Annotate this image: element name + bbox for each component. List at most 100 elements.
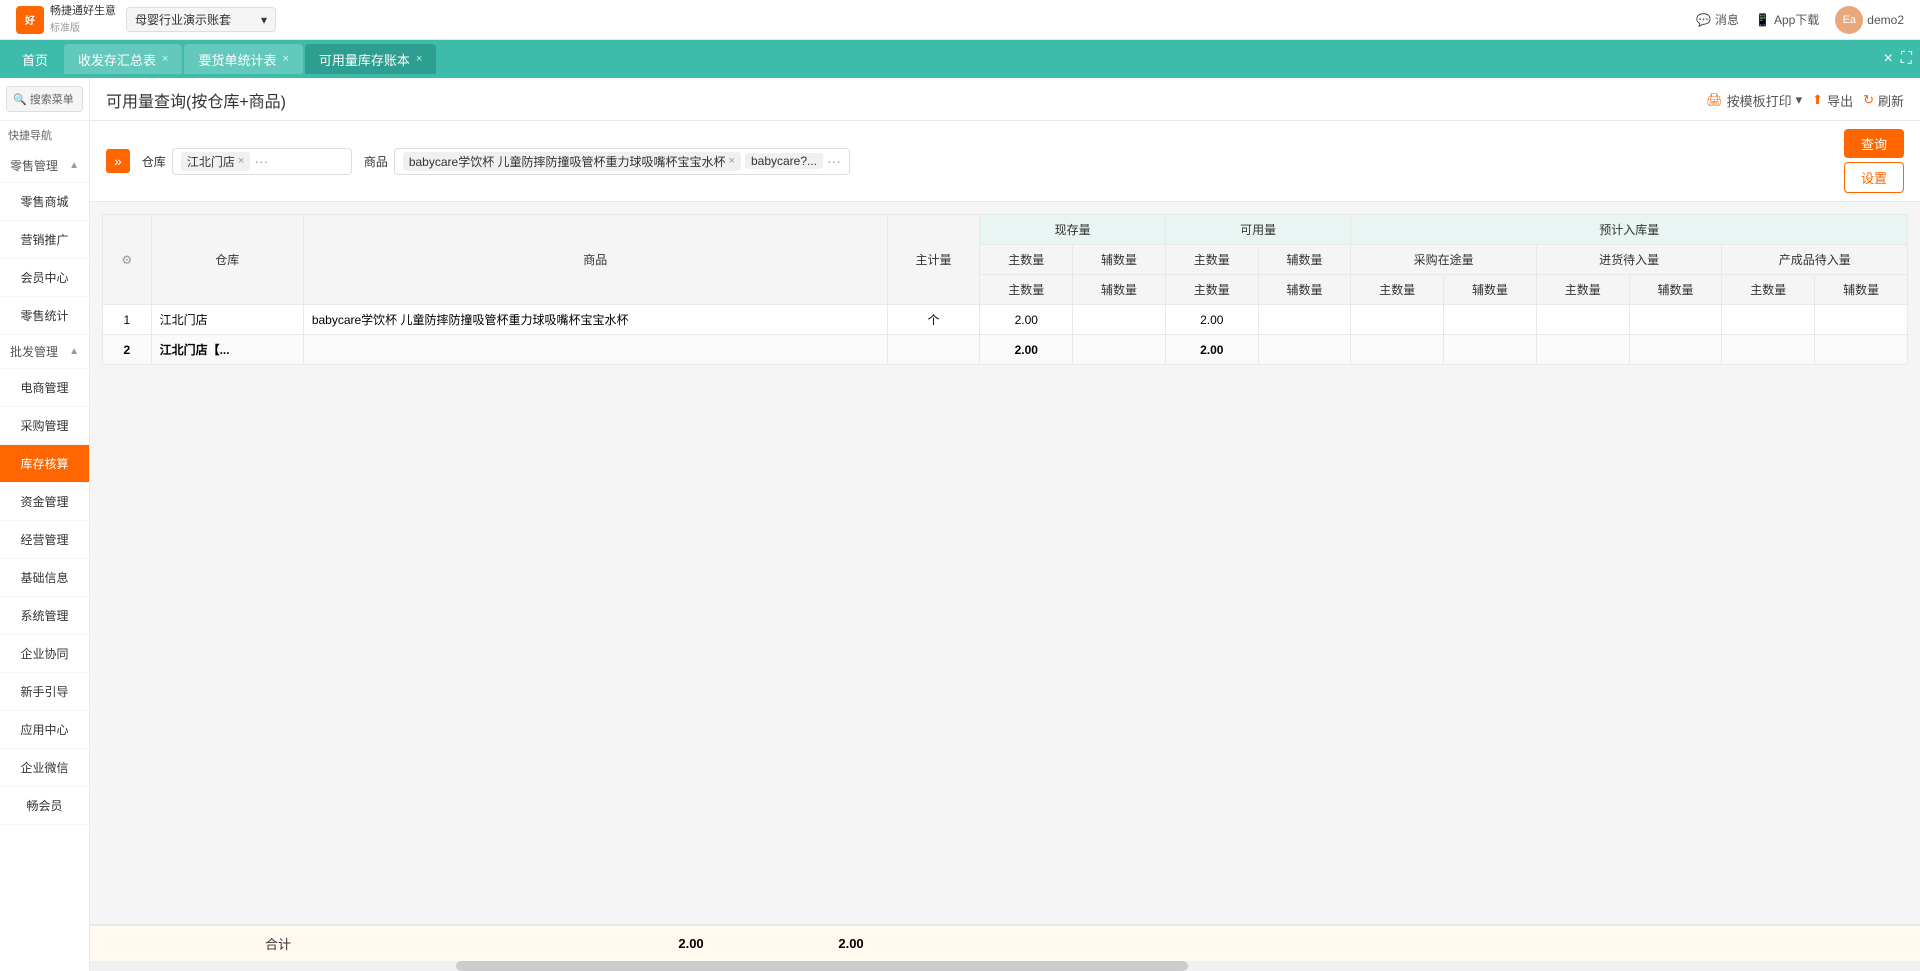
refresh-icon: ↻ [1863,92,1874,108]
row-inc-aux [1629,305,1722,335]
warehouse-input[interactable]: 江北门店 × ··· [172,148,352,175]
c-main-h: 主数量 [980,275,1073,305]
row-product [303,335,887,365]
sidebar-item-retail-mall[interactable]: 零售商城 [0,183,89,221]
product-tag-1: babycare学饮杯 儿童防摔防撞吸管杯重力球吸嘴杯宝宝水杯 × [403,152,741,171]
sidebar-item-enterprise[interactable]: 企业协同 [0,635,89,673]
settings-icon[interactable]: ⚙ [121,253,132,267]
pt-main-h: 主数量 [1351,275,1444,305]
row-available-aux [1258,335,1351,365]
tab-order-stats-label: 要货单统计表 [198,50,276,69]
col-current-header: 现存量 [980,215,1166,245]
sidebar-nav-label[interactable]: 快捷导航 [0,121,89,149]
row-unit: 个 [887,305,980,335]
current-aux-header: 辅数量 [1073,245,1166,275]
col-forecast-header: 预计入库量 [1351,215,1908,245]
tab-available-stock-label: 可用量库存账本 [319,50,410,69]
product-more-btn[interactable]: ··· [827,153,841,169]
table-row: 1 江北门店 babycare学饮杯 儿童防摔防撞吸管杯重力球吸嘴杯宝宝水杯 个… [103,305,1908,335]
sidebar-search-btn[interactable]: 🔍 搜索菜单 [6,86,83,112]
total-values: 2.00 2.00 [311,936,891,951]
col-product-header: 商品 [303,215,887,305]
row-warehouse: 江北门店 [151,305,303,335]
col-warehouse-header: 仓库 [151,215,303,305]
print-arrow: ▾ [1796,92,1803,108]
chevron-down-icon: ▾ [261,13,267,27]
print-btn[interactable]: 🖨 按模板打印 ▾ [1706,91,1802,110]
sidebar-item-finance[interactable]: 资金管理 [0,483,89,521]
pt-aux-h: 辅数量 [1444,275,1537,305]
table-row: 2 江北门店【... 2.00 2.00 [103,335,1908,365]
industry-select-label: 母婴行业演示账套 [135,11,231,28]
industry-select[interactable]: 母婴行业演示账套 ▾ [126,7,276,32]
col-available-header: 可用量 [1165,215,1351,245]
sidebar-item-retail-mgmt[interactable]: 零售管理 ▲ [0,149,89,183]
content-area: 可用量查询(按仓库+商品) 🖨 按模板打印 ▾ ⬆ 导出 ↻ 刷新 » [90,78,1920,971]
sidebar-item-system[interactable]: 系统管理 [0,597,89,635]
product-tag-2: babycare?... [745,153,823,169]
bottom-scroll[interactable] [90,961,1920,971]
tab-available-stock[interactable]: 可用量库存账本 × [305,44,436,74]
header-actions: 🖨 按模板打印 ▾ ⬆ 导出 ↻ 刷新 [1706,91,1904,110]
row-current-aux [1073,305,1166,335]
app-label: App下载 [1774,11,1819,28]
a-aux-h: 辅数量 [1258,275,1351,305]
table-footer: 合计 2.00 2.00 [90,924,1920,961]
refresh-btn[interactable]: ↻ 刷新 [1863,91,1904,110]
c-aux-h: 辅数量 [1073,275,1166,305]
logo-sub: 标准版 [50,19,116,34]
sidebar-item-purchase[interactable]: 采购管理 [0,407,89,445]
product-filter: 商品 babycare学饮杯 儿童防摔防撞吸管杯重力球吸嘴杯宝宝水杯 × bab… [364,148,850,175]
tab-available-stock-close[interactable]: × [416,53,422,65]
col-settings[interactable]: ⚙ [103,215,152,305]
user-area[interactable]: Ea demo2 [1835,6,1904,34]
sidebar-item-wholesale-mgmt[interactable]: 批发管理 ▲ [0,335,89,369]
tab-receipts-label: 收发存汇总表 [78,50,156,69]
row-unit [887,335,980,365]
logo-area: 好 畅捷通好生意 标准版 [16,5,116,33]
export-btn[interactable]: ⬆ 导出 [1812,91,1853,110]
print-icon: 🖨 [1706,92,1723,108]
message-btn[interactable]: 💬 消息 [1696,11,1739,28]
tab-close-all-btn[interactable]: × [1883,50,1892,68]
row-available-main: 2.00 [1165,335,1258,365]
top-bar-right: 💬 消息 📱 App下载 Ea demo2 [1696,6,1904,34]
sidebar-item-marketing[interactable]: 营销推广 [0,221,89,259]
logo-text-area: 畅捷通好生意 标准版 [50,5,116,33]
setting-btn[interactable]: 设置 [1844,162,1904,193]
product-tag-1-close[interactable]: × [729,155,735,167]
product-input[interactable]: babycare学饮杯 儿童防摔防撞吸管杯重力球吸嘴杯宝宝水杯 × babyca… [394,148,850,175]
tab-receipts-close[interactable]: × [162,53,168,65]
sidebar-item-member2[interactable]: 畅会员 [0,787,89,825]
sidebar-item-new-guide[interactable]: 新手引导 [0,673,89,711]
sidebar-item-app-center[interactable]: 应用中心 [0,711,89,749]
sidebar-item-operations[interactable]: 经营管理 [0,521,89,559]
warehouse-more-btn[interactable]: ··· [254,153,268,169]
sidebar-item-ecommerce[interactable]: 电商管理 [0,369,89,407]
tab-home[interactable]: 首页 [8,44,62,74]
message-label: 消息 [1715,11,1739,28]
sidebar-item-member[interactable]: 会员中心 [0,259,89,297]
query-btn[interactable]: 查询 [1844,129,1904,158]
print-label: 按模板打印 [1727,91,1792,110]
app-download-btn[interactable]: 📱 App下载 [1755,11,1819,28]
tab-order-stats-close[interactable]: × [282,53,288,65]
row-product: babycare学饮杯 儿童防摔防撞吸管杯重力球吸嘴杯宝宝水杯 [303,305,887,335]
tab-fullscreen-btn[interactable]: ⛶ [1901,50,1912,68]
sidebar-item-enterprise-wechat[interactable]: 企业微信 [0,749,89,787]
warehouse-tag-close[interactable]: × [238,155,244,167]
top-bar-left: 好 畅捷通好生意 标准版 母婴行业演示账套 ▾ [16,5,276,33]
sidebar-item-basic-info[interactable]: 基础信息 [0,559,89,597]
tab-receipts[interactable]: 收发存汇总表 × [64,44,182,74]
sidebar-item-inventory[interactable]: 库存核算 [0,445,89,483]
logo-text: 畅捷通好生意 [50,5,116,18]
product-in-header: 产成品待入量 [1722,245,1908,275]
avatar: Ea [1835,6,1863,34]
filter-actions: 查询 设置 [1844,129,1904,193]
sidebar: 🔍 搜索菜单 快捷导航 零售管理 ▲ 零售商城 营销推广 会员中心 零售统计 批… [0,78,90,971]
filter-expand-btn[interactable]: » [106,149,130,173]
page-header: 可用量查询(按仓库+商品) 🖨 按模板打印 ▾ ⬆ 导出 ↻ 刷新 [90,78,1920,121]
sidebar-item-retail-stats[interactable]: 零售统计 [0,297,89,335]
row-pt-aux [1444,305,1537,335]
tab-order-stats[interactable]: 要货单统计表 × [184,44,302,74]
